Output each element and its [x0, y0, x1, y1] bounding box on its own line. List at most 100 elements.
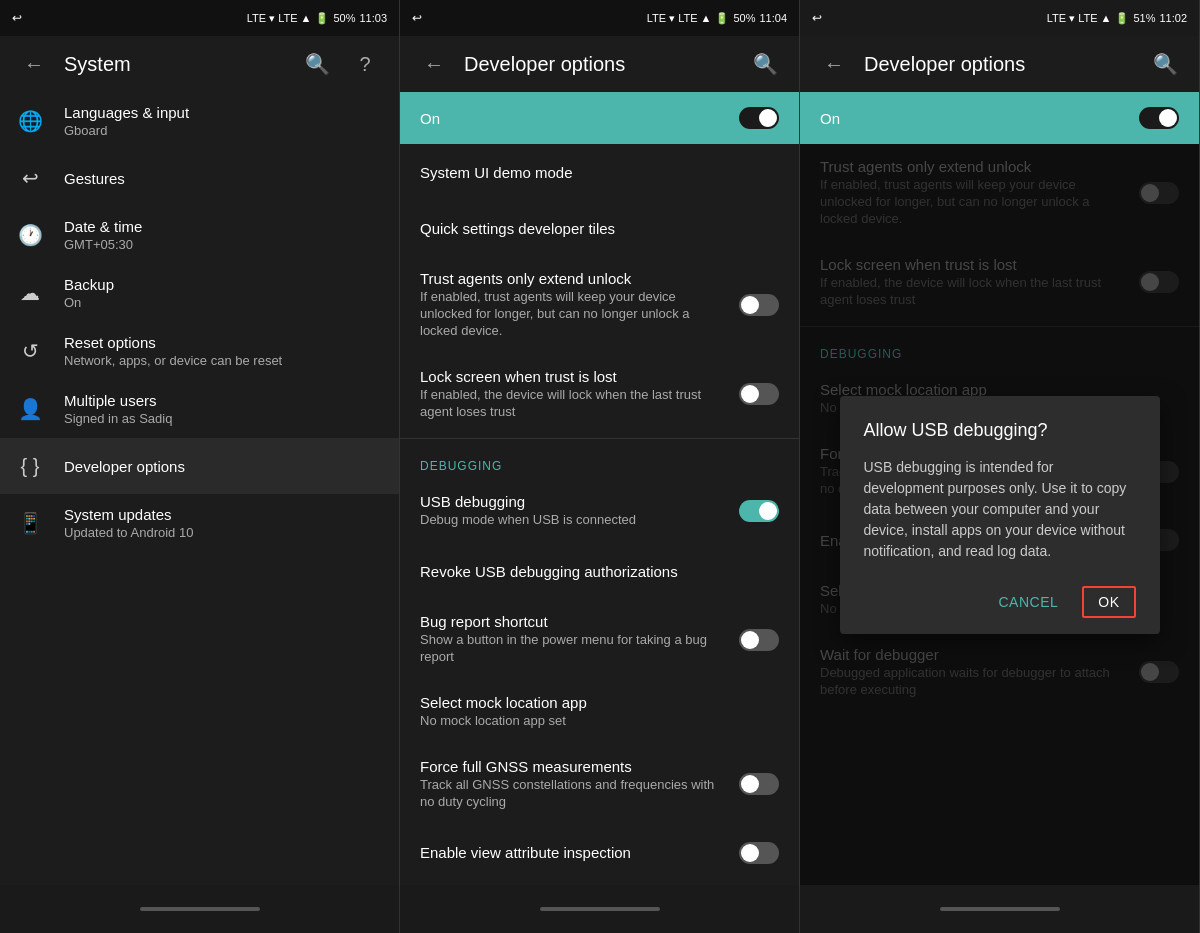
page-title-left: System	[64, 53, 287, 76]
developer-toggle-right[interactable]	[1139, 107, 1179, 129]
time-mid: 11:04	[759, 12, 787, 24]
nav-label-developer: Developer options	[64, 458, 185, 475]
search-button-middle[interactable]: 🔍	[747, 46, 783, 82]
sidebar-item-languages[interactable]: 🌐 Languages & input Gboard	[0, 92, 399, 150]
nav-icon-mid: ↩	[412, 11, 422, 25]
setting-sub-lockscreen: If enabled, the device will lock when th…	[420, 387, 727, 421]
search-button-right[interactable]: 🔍	[1147, 46, 1183, 82]
sidebar-item-multiuser[interactable]: 👤 Multiple users Signed in as Sadiq	[0, 380, 399, 438]
signal-mid: LTE ▾ LTE ▲	[647, 12, 712, 25]
status-left: ↩	[12, 11, 22, 25]
nav-icon-right: ↩	[812, 11, 822, 25]
page-title-middle: Developer options	[464, 53, 735, 76]
battery-pct: 50%	[333, 12, 355, 24]
setting-label-mock: Select mock location app	[420, 694, 587, 711]
nav-sub-languages: Gboard	[64, 123, 189, 138]
status-middle-right: LTE ▾ LTE ▲ 🔋 50% 11:04	[647, 12, 787, 25]
back-button-right[interactable]: ←	[816, 46, 852, 82]
nav-label-gestures: Gestures	[64, 170, 125, 187]
toolbar-right: ← Developer options 🔍	[800, 36, 1199, 92]
view-attr-toggle-mid[interactable]	[739, 842, 779, 864]
trust-agents-toggle-mid[interactable]	[739, 294, 779, 316]
bug-report-toggle[interactable]	[739, 629, 779, 651]
setting-label-gnss: Force full GNSS measurements	[420, 758, 727, 775]
status-right-right: LTE ▾ LTE ▲ 🔋 51% 11:02	[1047, 12, 1187, 25]
sidebar-item-developer[interactable]: { } Developer options	[0, 438, 399, 494]
status-bar-middle: ↩ LTE ▾ LTE ▲ 🔋 50% 11:04	[400, 0, 799, 36]
home-indicator-left	[140, 907, 260, 911]
bottom-bar-middle	[400, 885, 799, 933]
phone-icon: 📱	[16, 511, 44, 535]
gesture-icon: ↩	[16, 166, 44, 190]
nav-sub-datetime: GMT+05:30	[64, 237, 142, 252]
setting-view-attr[interactable]: Enable view attribute inspection	[400, 825, 799, 881]
status-right-left: ↩	[812, 11, 822, 25]
sidebar-item-backup[interactable]: ☁ Backup On	[0, 264, 399, 322]
on-label-middle: On	[420, 110, 440, 127]
setting-sub-bug: Show a button in the power menu for taki…	[420, 632, 727, 666]
divider-mid	[400, 438, 799, 439]
sidebar-item-updates[interactable]: 📱 System updates Updated to Android 10	[0, 494, 399, 552]
setting-bug-report[interactable]: Bug report shortcut Show a button in the…	[400, 599, 799, 680]
setting-label-lockscreen: Lock screen when trust is lost	[420, 368, 727, 385]
settings-list-right: Trust agents only extend unlock If enabl…	[800, 144, 1199, 885]
setting-label-quick-settings: Quick settings developer tiles	[420, 220, 615, 237]
on-label-right: On	[820, 110, 840, 127]
nav-sub-multiuser: Signed in as Sadiq	[64, 411, 172, 426]
nav-sub-updates: Updated to Android 10	[64, 525, 193, 540]
setting-usb-debugging[interactable]: USB debugging Debug mode when USB is con…	[400, 479, 799, 543]
battery-pct-mid: 50%	[733, 12, 755, 24]
sidebar-item-reset[interactable]: ↺ Reset options Network, apps, or device…	[0, 322, 399, 380]
developer-options-panel: ↩ LTE ▾ LTE ▲ 🔋 50% 11:04 ← Developer op…	[400, 0, 800, 933]
setting-label-trust: Trust agents only extend unlock	[420, 270, 727, 287]
nav-label-reset: Reset options	[64, 334, 282, 351]
help-button-left[interactable]: ?	[347, 46, 383, 82]
setting-mock-location[interactable]: Select mock location app No mock locatio…	[400, 680, 799, 744]
setting-label-revoke: Revoke USB debugging authorizations	[420, 563, 678, 580]
setting-sub-gnss: Track all GNSS constellations and freque…	[420, 777, 727, 811]
back-button-middle[interactable]: ←	[416, 46, 452, 82]
setting-quick-settings[interactable]: Quick settings developer tiles	[400, 200, 799, 256]
lock-screen-toggle-mid[interactable]	[739, 383, 779, 405]
gnss-toggle-mid[interactable]	[739, 773, 779, 795]
nav-label-languages: Languages & input	[64, 104, 189, 121]
setting-label-usb: USB debugging	[420, 493, 727, 510]
dialog-overlay: Allow USB debugging? USB debugging is in…	[800, 144, 1199, 885]
setting-lock-screen[interactable]: Lock screen when trust is lost If enable…	[400, 354, 799, 435]
nav-sub-reset: Network, apps, or device can be reset	[64, 353, 282, 368]
dialog-title: Allow USB debugging?	[864, 420, 1136, 441]
usb-debugging-toggle[interactable]	[739, 500, 779, 522]
dialog-ok-button[interactable]: OK	[1082, 586, 1135, 618]
developer-toggle-middle[interactable]	[739, 107, 779, 129]
nav-label-updates: System updates	[64, 506, 193, 523]
back-button-left[interactable]: ←	[16, 46, 52, 82]
battery-mid: 🔋	[715, 12, 729, 25]
sidebar-item-gestures[interactable]: ↩ Gestures	[0, 150, 399, 206]
setting-sub-usb: Debug mode when USB is connected	[420, 512, 727, 529]
toolbar-left: ← System 🔍 ?	[0, 36, 399, 92]
bottom-bar-right	[800, 885, 1199, 933]
nav-label-datetime: Date & time	[64, 218, 142, 235]
on-toggle-bar-middle: On	[400, 92, 799, 144]
on-toggle-bar-right: On	[800, 92, 1199, 144]
setting-trust-agents[interactable]: Trust agents only extend unlock If enabl…	[400, 256, 799, 354]
sidebar-item-datetime[interactable]: 🕐 Date & time GMT+05:30	[0, 206, 399, 264]
clock-icon: 🕐	[16, 223, 44, 247]
setting-gnss[interactable]: Force full GNSS measurements Track all G…	[400, 744, 799, 825]
battery-right: 🔋	[1115, 12, 1129, 25]
dialog-cancel-button[interactable]: Cancel	[982, 586, 1074, 618]
home-indicator-right	[940, 907, 1060, 911]
section-debugging-mid: DEBUGGING	[400, 443, 799, 479]
setting-label-bug: Bug report shortcut	[420, 613, 727, 630]
backup-icon: ☁	[16, 281, 44, 305]
search-button-left[interactable]: 🔍	[299, 46, 335, 82]
settings-list-middle: System UI demo mode Quick settings devel…	[400, 144, 799, 885]
right-developer-panel: ↩ LTE ▾ LTE ▲ 🔋 51% 11:02 ← Developer op…	[800, 0, 1200, 933]
status-bar-right: ↩ LTE ▾ LTE ▲ 🔋 51% 11:02	[800, 0, 1199, 36]
setting-system-ui-demo[interactable]: System UI demo mode	[400, 144, 799, 200]
setting-revoke-usb[interactable]: Revoke USB debugging authorizations	[400, 543, 799, 599]
nav-list: 🌐 Languages & input Gboard ↩ Gestures 🕐 …	[0, 92, 399, 885]
setting-label-system-ui: System UI demo mode	[420, 164, 573, 181]
nav-icon: ↩	[12, 11, 22, 25]
nav-sub-backup: On	[64, 295, 114, 310]
